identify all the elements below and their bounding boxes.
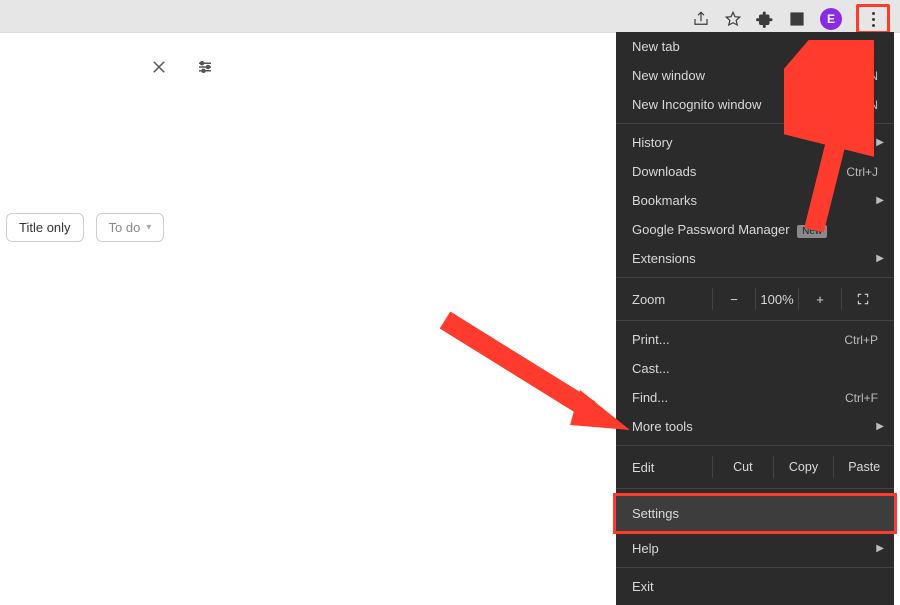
chevron-down-icon: ▾ xyxy=(146,222,151,233)
menu-item-new-window[interactable]: New window Ctrl+N xyxy=(616,61,894,90)
menu-item-more-tools[interactable]: More tools ▶ xyxy=(616,412,894,441)
menu-item-downloads[interactable]: Downloads Ctrl+J xyxy=(616,157,894,186)
menu-separator xyxy=(616,567,894,568)
edit-paste-button[interactable]: Paste xyxy=(833,456,894,478)
submenu-arrow-icon: ▶ xyxy=(876,253,884,264)
menu-item-find[interactable]: Find... Ctrl+F xyxy=(616,383,894,412)
menu-item-edit: Edit Cut Copy Paste xyxy=(616,450,894,484)
menu-label: Google Password Manager New xyxy=(632,222,827,237)
zoom-value: 100% xyxy=(755,288,798,310)
menu-separator xyxy=(616,320,894,321)
star-icon[interactable] xyxy=(724,10,742,28)
menu-item-new-tab[interactable]: New tab xyxy=(616,32,894,61)
menu-item-password-manager[interactable]: Google Password Manager New xyxy=(616,215,894,244)
menu-shortcut: Ctrl+P xyxy=(844,333,878,347)
submenu-arrow-icon: ▶ xyxy=(876,137,884,148)
menu-label: More tools xyxy=(632,419,693,434)
menu-item-bookmarks[interactable]: Bookmarks ▶ xyxy=(616,186,894,215)
profile-avatar[interactable]: E xyxy=(820,8,842,30)
fullscreen-icon[interactable] xyxy=(841,288,894,310)
zoom-in-button[interactable]: + xyxy=(798,288,841,310)
share-icon[interactable] xyxy=(692,10,710,28)
page-action-icons xyxy=(150,58,214,81)
extensions-puzzle-icon[interactable] xyxy=(756,10,774,28)
menu-label: Bookmarks xyxy=(632,193,697,208)
chip-title-only[interactable]: Title only xyxy=(6,213,84,242)
menu-shortcut: Shift+N xyxy=(838,98,878,112)
new-badge: New xyxy=(797,225,827,238)
chip-label: To do xyxy=(109,220,141,235)
menu-item-cast[interactable]: Cast... xyxy=(616,354,894,383)
menu-separator xyxy=(616,445,894,446)
toolbar-actions: E xyxy=(692,4,890,34)
menu-label: Extensions xyxy=(632,251,696,266)
menu-label: Settings xyxy=(632,506,679,521)
annotation-highlight-kebab xyxy=(856,4,890,34)
menu-label: New tab xyxy=(632,39,680,54)
edit-copy-button[interactable]: Copy xyxy=(773,456,834,478)
menu-label: Cast... xyxy=(632,361,670,376)
submenu-arrow-icon: ▶ xyxy=(876,195,884,206)
submenu-arrow-icon: ▶ xyxy=(876,421,884,432)
menu-item-extensions[interactable]: Extensions ▶ xyxy=(616,244,894,273)
menu-label: Help xyxy=(632,541,659,556)
menu-shortcut: Ctrl+N xyxy=(844,69,878,83)
menu-label: Exit xyxy=(632,579,654,594)
zoom-out-button[interactable]: − xyxy=(712,288,755,310)
menu-separator xyxy=(616,123,894,124)
browser-toolbar: E xyxy=(0,0,900,32)
menu-label: New Incognito window xyxy=(632,97,761,112)
menu-item-settings[interactable]: Settings xyxy=(616,496,894,531)
menu-label: History xyxy=(632,135,672,150)
menu-item-history[interactable]: History ▶ xyxy=(616,128,894,157)
chrome-context-menu: New tab New window Ctrl+N New Incognito … xyxy=(616,32,894,605)
chip-todo[interactable]: To do ▾ xyxy=(96,213,165,242)
menu-shortcut: Ctrl+J xyxy=(846,165,878,179)
sliders-icon[interactable] xyxy=(196,58,214,81)
menu-shortcut: Ctrl+F xyxy=(845,391,878,405)
menu-item-new-incognito[interactable]: New Incognito window Shift+N xyxy=(616,90,894,119)
submenu-arrow-icon: ▶ xyxy=(876,543,884,554)
menu-label: Print... xyxy=(632,332,670,347)
menu-label: Edit xyxy=(632,460,712,475)
menu-item-zoom: Zoom − 100% + xyxy=(616,282,894,316)
menu-item-help[interactable]: Help ▶ xyxy=(616,534,894,563)
menu-label: Find... xyxy=(632,390,668,405)
menu-label: Zoom xyxy=(632,292,712,307)
close-icon[interactable] xyxy=(150,58,168,81)
menu-separator xyxy=(616,277,894,278)
filter-chips: Title only To do ▾ xyxy=(6,213,164,242)
edit-cut-button[interactable]: Cut xyxy=(712,456,773,478)
menu-item-exit[interactable]: Exit xyxy=(616,572,894,601)
reading-list-icon[interactable] xyxy=(788,10,806,28)
menu-separator xyxy=(616,488,894,489)
chip-label: Title only xyxy=(19,220,71,235)
menu-label: Downloads xyxy=(632,164,696,179)
kebab-menu-icon[interactable] xyxy=(863,9,883,29)
menu-label: New window xyxy=(632,68,705,83)
menu-item-print[interactable]: Print... Ctrl+P xyxy=(616,325,894,354)
annotation-highlight-settings: Settings xyxy=(613,493,897,534)
